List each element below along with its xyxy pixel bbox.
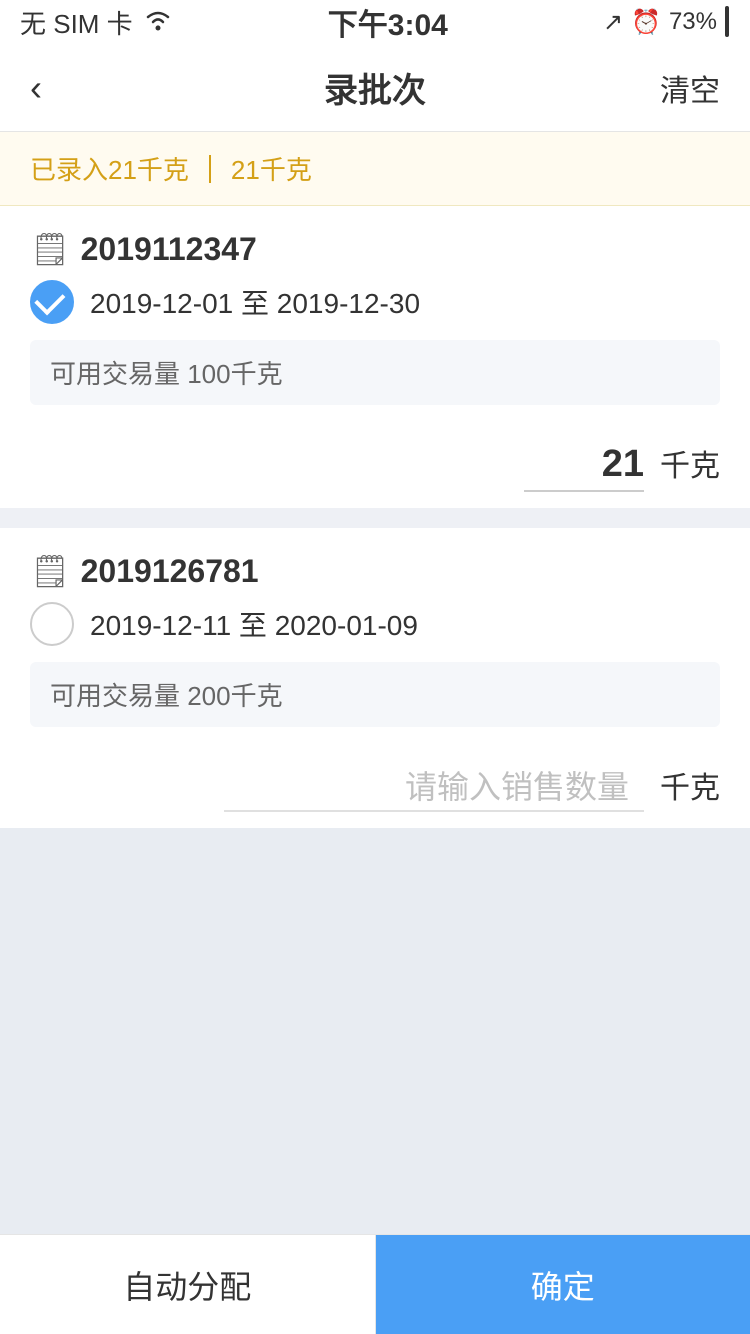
amount-unit-1: 千克 xyxy=(660,441,720,485)
confirm-button[interactable]: 确定 xyxy=(376,1235,750,1334)
nav-bar: ‹ 录批次 清空 xyxy=(0,44,750,132)
input-row-2: 千克 xyxy=(0,747,750,828)
batch-doc-icon-1: 🗒 xyxy=(30,230,71,268)
batch-id-2: 2019126781 xyxy=(81,553,259,590)
status-time: 下午3:04 xyxy=(328,0,448,44)
no-sim-text: 无 SIM 卡 xyxy=(20,4,133,41)
info-bar: 已录入21千克 21千克 xyxy=(0,132,750,206)
radio-2[interactable] xyxy=(30,602,74,646)
input-wrap[interactable] xyxy=(224,769,644,812)
avail-qty-1: 可用交易量 100千克 xyxy=(30,340,720,405)
radio-1[interactable] xyxy=(30,280,74,324)
location-icon: ↗ xyxy=(603,8,623,37)
total-amount: 21千克 xyxy=(231,150,312,187)
amount-value-1: 21 xyxy=(602,443,644,485)
empty-area xyxy=(0,828,750,1268)
status-left: 无 SIM 卡 xyxy=(20,4,173,41)
batch-id-1: 2019112347 xyxy=(81,231,257,268)
batch-card-1: 🗒 2019112347 2019-12-01 至 2019-12-30 可用交… xyxy=(0,206,750,508)
info-divider xyxy=(209,155,211,183)
auto-distribute-button[interactable]: 自动分配 xyxy=(0,1235,376,1334)
batch-doc-icon-2: 🗒 xyxy=(30,552,71,590)
batch-date-1: 2019-12-01 至 2019-12-30 xyxy=(90,282,420,322)
status-right: ↗ ⏰ 73% xyxy=(603,8,730,37)
battery-icon xyxy=(725,8,730,36)
amount-value-wrap: 21 xyxy=(524,443,644,492)
input-unit-2: 千克 xyxy=(660,763,720,807)
status-bar: 无 SIM 卡 下午3:04 ↗ ⏰ 73% xyxy=(0,0,750,44)
wifi-icon xyxy=(143,7,173,38)
amount-row-1: 21 千克 xyxy=(0,425,750,508)
avail-qty-2: 可用交易量 200千克 xyxy=(30,662,720,727)
batch-card-2: 🗒 2019126781 2019-12-11 至 2020-01-09 可用交… xyxy=(0,528,750,828)
card-separator-1 xyxy=(0,508,750,528)
back-button[interactable]: ‹ xyxy=(30,67,90,109)
battery-percent: 73% xyxy=(669,8,717,36)
bottom-bar: 自动分配 确定 xyxy=(0,1234,750,1334)
recorded-amount: 已录入21千克 xyxy=(30,150,189,187)
input-underline xyxy=(224,810,644,812)
alarm-icon: ⏰ xyxy=(631,8,661,37)
batch-date-2: 2019-12-11 至 2020-01-09 xyxy=(90,604,418,644)
page-title: 录批次 xyxy=(324,63,426,112)
qty-input-2[interactable] xyxy=(224,769,644,806)
clear-button[interactable]: 清空 xyxy=(660,66,720,110)
